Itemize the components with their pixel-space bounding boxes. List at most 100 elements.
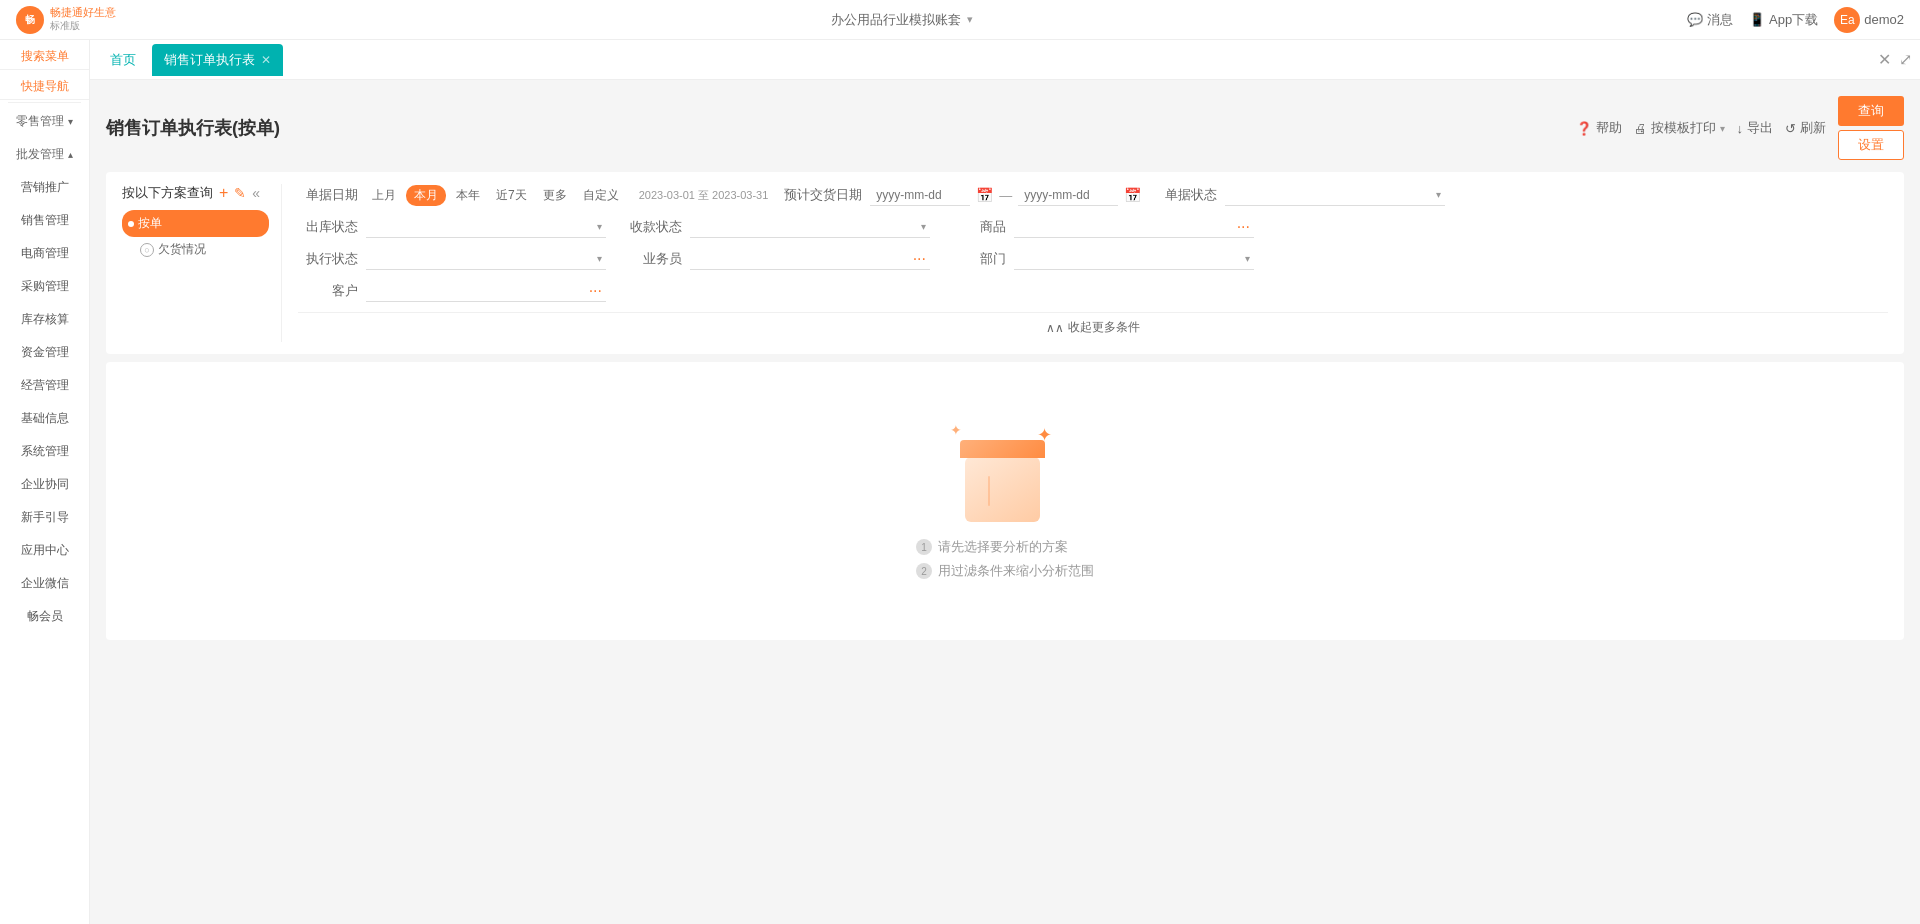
workspace-selector[interactable]: 办公用品行业模拟账套 ▾	[831, 11, 973, 29]
preset-this-year[interactable]: 本年	[450, 185, 486, 206]
empty-illustration: ✦ ✦	[950, 422, 1060, 522]
tip-num-2: 2	[916, 563, 932, 579]
calendar-start-icon[interactable]: 📅	[976, 187, 993, 203]
preset-more[interactable]: 更多	[537, 185, 573, 206]
message-button[interactable]: 💬 消息	[1687, 11, 1733, 29]
tab-home[interactable]: 首页	[98, 44, 148, 76]
filter-date-field: 单据日期 上月 本月 本年 近7天 更多 自定义 2023-03-01 至 20…	[298, 185, 768, 206]
sidebar-item-wholesale[interactable]: 批发管理 ▴	[0, 138, 89, 171]
sidebar: 搜索菜单 快捷导航 零售管理 ▾ 批发管理 ▴ 营销推广 销售管理 电商管理 采…	[0, 40, 90, 924]
search-menu-item[interactable]: 搜索菜单	[0, 40, 89, 70]
preset-last-month[interactable]: 上月	[366, 185, 402, 206]
customer-select[interactable]: ···	[366, 280, 606, 302]
tab-close-button[interactable]: ✕	[261, 53, 271, 67]
preset-custom[interactable]: 自定义	[577, 185, 625, 206]
add-scheme-icon[interactable]: +	[219, 184, 228, 202]
quick-nav-item[interactable]: 快捷导航	[0, 70, 89, 100]
collapse-bar[interactable]: ∧∧ 收起更多条件	[298, 312, 1888, 342]
sidebar-item-ecommerce[interactable]: 电商管理	[0, 237, 89, 270]
customer-dots-icon[interactable]: ···	[589, 282, 606, 300]
goods-select[interactable]: ···	[1014, 216, 1254, 238]
tab-sales-order[interactable]: 销售订单执行表 ✕	[152, 44, 283, 76]
scheme-sub-item-shortage[interactable]: ○ 欠货情况	[134, 237, 269, 262]
content-area: 首页 销售订单执行表 ✕ ✕ ⤢ 销售订单执行表(按单) ❓ 帮助	[90, 40, 1920, 924]
logo-area: 畅 畅捷通好生意 标准版	[16, 6, 116, 34]
sidebar-item-retail[interactable]: 零售管理 ▾	[0, 105, 89, 138]
filter-row-4: 客户 ···	[298, 280, 1888, 302]
salesperson-input[interactable]	[690, 248, 913, 269]
forecast-date-start-input[interactable]	[870, 185, 970, 206]
filter-sidebar-title: 按以下方案查询 + ✎ «	[122, 184, 269, 202]
dept-select[interactable]: ▾	[1014, 248, 1254, 270]
customer-label: 客户	[298, 282, 358, 300]
print-arrow-icon: ▾	[1720, 123, 1725, 134]
print-icon: 🖨	[1634, 121, 1647, 136]
ship-status-select[interactable]: ▾	[366, 216, 606, 238]
sidebar-item-basic[interactable]: 基础信息	[0, 402, 89, 435]
download-icon: 📱	[1749, 12, 1765, 27]
scheme-item-order[interactable]: 按单	[122, 210, 269, 237]
window-close-button[interactable]: ✕	[1878, 50, 1891, 69]
exec-status-label: 执行状态	[298, 250, 358, 268]
sidebar-item-inventory[interactable]: 库存核算	[0, 303, 89, 336]
preset-this-month[interactable]: 本月	[406, 185, 446, 206]
tab-window-buttons: ✕ ⤢	[1878, 50, 1912, 69]
ship-status-input[interactable]	[366, 216, 597, 237]
sidebar-item-marketing[interactable]: 营销推广	[0, 171, 89, 204]
sidebar-item-newbie[interactable]: 新手引导	[0, 501, 89, 534]
page-actions: ❓ 帮助 🖨 按模板打印 ▾ ↓ 导出 ↺ 刷新	[1576, 96, 1905, 160]
user-menu[interactable]: Ea demo2	[1834, 7, 1904, 33]
exec-status-select[interactable]: ▾	[366, 248, 606, 270]
scheme-dot-order	[128, 221, 134, 227]
customer-input[interactable]	[366, 280, 589, 301]
sidebar-item-appstore[interactable]: 应用中心	[0, 534, 89, 567]
sidebar-item-purchase[interactable]: 采购管理	[0, 270, 89, 303]
filter-sub-items: ○ 欠货情况	[122, 237, 269, 262]
status-select[interactable]: ▾	[1225, 184, 1445, 206]
sparkle-icon: ✦	[1037, 424, 1052, 446]
sidebar-label-wholesale: 批发管理	[16, 146, 64, 163]
sidebar-item-finance[interactable]: 资金管理	[0, 336, 89, 369]
sidebar-item-member[interactable]: 畅会员	[0, 600, 89, 633]
tip-num-1: 1	[916, 539, 932, 555]
sidebar-item-system[interactable]: 系统管理	[0, 435, 89, 468]
app-download-button[interactable]: 📱 App下载	[1749, 11, 1818, 29]
help-button[interactable]: ❓ 帮助	[1576, 119, 1622, 137]
workspace-title: 办公用品行业模拟账套	[831, 11, 961, 29]
window-maximize-button[interactable]: ⤢	[1899, 50, 1912, 69]
dept-input[interactable]	[1014, 248, 1245, 269]
sidebar-item-operation[interactable]: 经营管理	[0, 369, 89, 402]
collect-status-input[interactable]	[690, 216, 921, 237]
page-header: 销售订单执行表(按单) ❓ 帮助 🖨 按模板打印 ▾ ↓ 导出	[106, 96, 1904, 160]
sidebar-item-enterprise[interactable]: 企业协同	[0, 468, 89, 501]
goods-label: 商品	[946, 218, 1006, 236]
forecast-date-range: 📅 — 📅	[870, 185, 1141, 206]
preset-7days[interactable]: 近7天	[490, 185, 533, 206]
sidebar-item-sales[interactable]: 销售管理	[0, 204, 89, 237]
salesperson-field: 业务员 ···	[622, 248, 930, 270]
query-button[interactable]: 查询	[1838, 96, 1904, 126]
edit-scheme-icon[interactable]: ✎	[234, 185, 246, 201]
status-input[interactable]	[1225, 184, 1436, 205]
refresh-button[interactable]: ↺ 刷新	[1785, 119, 1826, 137]
goods-dots-icon[interactable]: ···	[1237, 218, 1254, 236]
calendar-end-icon[interactable]: 📅	[1124, 187, 1141, 203]
filter-sidebar: 按以下方案查询 + ✎ « 按单 ○ 欠货情况	[122, 184, 282, 342]
sidebar-item-wechat[interactable]: 企业微信	[0, 567, 89, 600]
salesperson-select[interactable]: ···	[690, 248, 930, 270]
ship-status-field: 出库状态 ▾	[298, 216, 606, 238]
chevron-up-icon-wholesale: ▴	[68, 149, 73, 160]
exec-status-input[interactable]	[366, 248, 597, 269]
filter-forecast-date-field: 预计交货日期 📅 — 📅	[784, 185, 1141, 206]
collect-status-select[interactable]: ▾	[690, 216, 930, 238]
collapse-scheme-icon[interactable]: «	[252, 185, 260, 201]
export-button[interactable]: ↓ 导出	[1737, 119, 1774, 137]
template-print-button[interactable]: 🖨 按模板打印 ▾	[1634, 119, 1725, 137]
goods-input[interactable]	[1014, 216, 1237, 237]
help-icon: ❓	[1576, 121, 1592, 136]
salesperson-dots-icon[interactable]: ···	[913, 250, 930, 268]
ship-status-label: 出库状态	[298, 218, 358, 236]
forecast-date-end-input[interactable]	[1018, 185, 1118, 206]
settings-button[interactable]: 设置	[1838, 130, 1904, 160]
refresh-icon: ↺	[1785, 121, 1796, 136]
